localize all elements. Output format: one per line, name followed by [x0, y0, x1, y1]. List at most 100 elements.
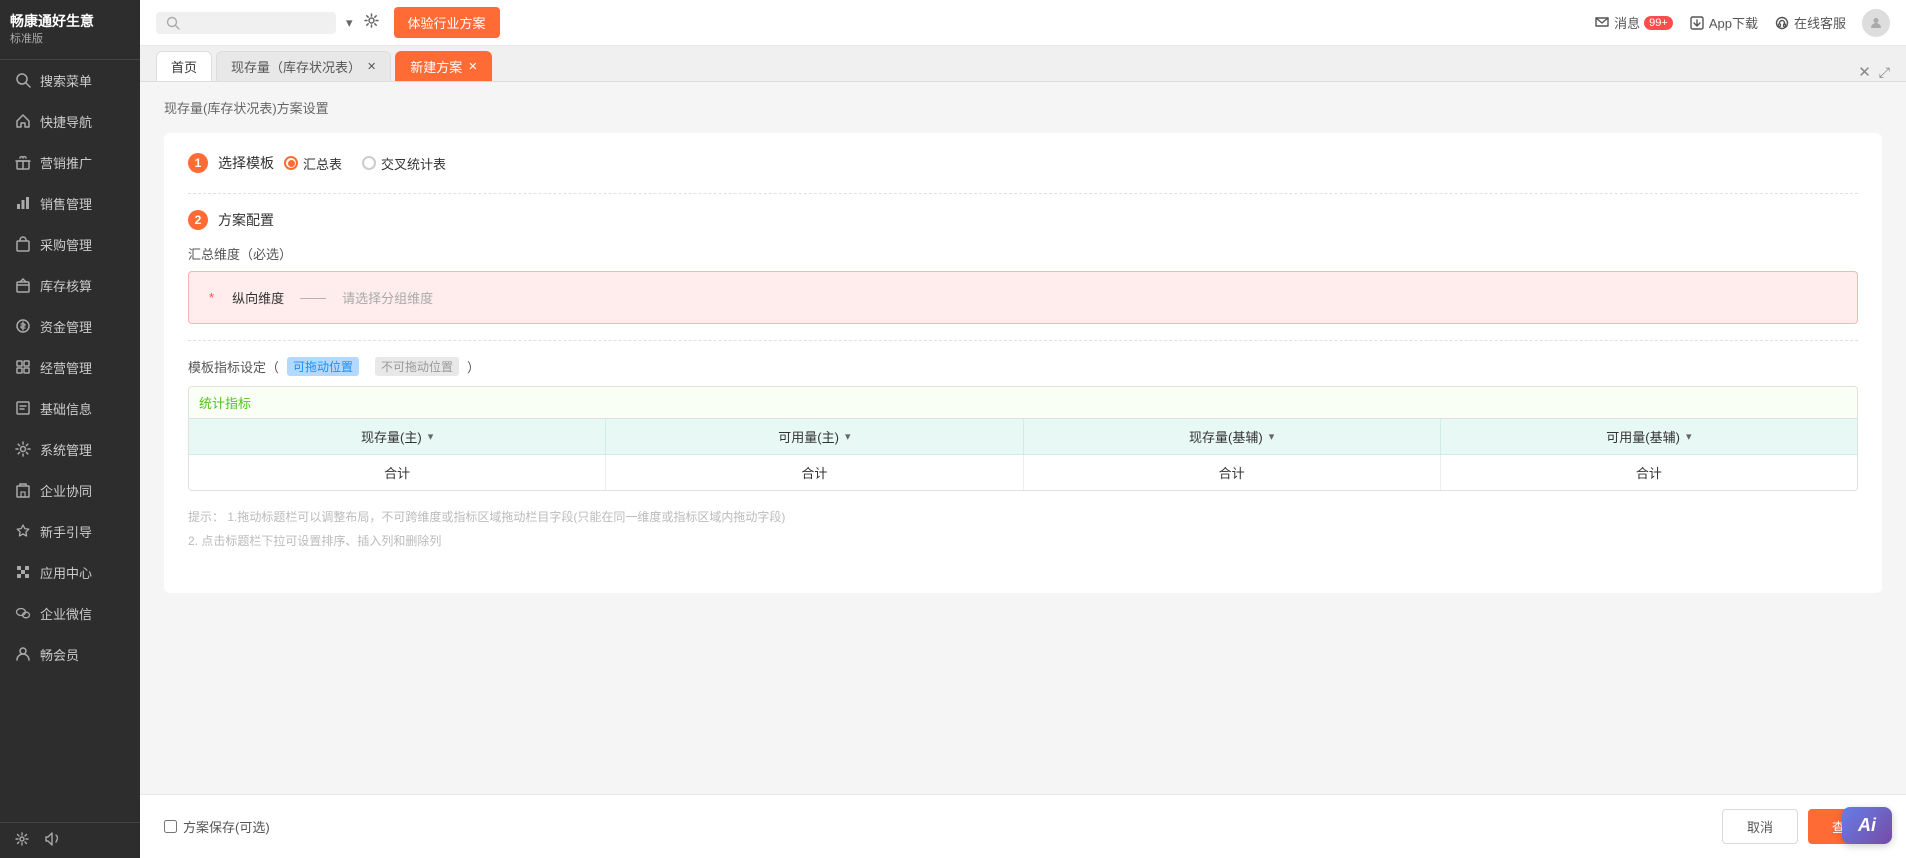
stats-title: 统计指标: [189, 387, 1857, 419]
dimension-row: * 纵向维度 —— 请选择分组维度: [209, 288, 1837, 307]
step-divider-1: [188, 193, 1858, 194]
cell-1-3: 合计: [1024, 455, 1441, 490]
sidebar-item-label: 畅会员: [40, 645, 79, 664]
col1-caret[interactable]: ▾: [428, 430, 434, 443]
sidebar-item-sales[interactable]: 销售管理: [0, 183, 140, 224]
radio-crosstab[interactable]: 交叉统计表: [362, 154, 446, 173]
settings-icon[interactable]: [14, 831, 30, 850]
app-edition: 标准版: [10, 32, 130, 47]
radio-summary-label: 汇总表: [303, 154, 342, 173]
sidebar-item-quick-nav[interactable]: 快捷导航: [0, 101, 140, 142]
member-icon: [14, 645, 32, 663]
cell-1-1: 合计: [189, 455, 606, 490]
tab-inventory-status[interactable]: 现存量（库存状况表） ✕: [216, 51, 391, 81]
step2-header: 2 方案配置: [188, 210, 1858, 230]
box-icon: [14, 276, 32, 294]
radio-summary[interactable]: 汇总表: [284, 154, 342, 173]
app-download-label: App下载: [1709, 13, 1758, 32]
col4-caret[interactable]: ▾: [1686, 430, 1692, 443]
sidebar-item-label: 经营管理: [40, 358, 92, 377]
indicator-settings-label: 模板指标设定（ 可拖动位置 不可拖动位置 ）: [188, 357, 1858, 376]
user-avatar[interactable]: [1862, 9, 1890, 37]
sidebar-item-app-center[interactable]: 应用中心: [0, 552, 140, 593]
cancel-button[interactable]: 取消: [1722, 809, 1798, 844]
sidebar-item-basic-info[interactable]: 基础信息: [0, 388, 140, 429]
tab-inventory-status-label: 现存量（库存状况表）: [231, 57, 361, 76]
tabbar: 首页 现存量（库存状况表） ✕ 新建方案 ✕ ✕ ⤢: [140, 46, 1906, 82]
sidebar-item-label: 基础信息: [40, 399, 92, 418]
step1-section: 1 选择模板 汇总表 交叉统计表: [188, 153, 1858, 173]
sidebar-item-new-guide[interactable]: 新手引导: [0, 511, 140, 552]
close-panel-icon[interactable]: ✕: [1858, 63, 1871, 81]
topbar-dropdown-icon[interactable]: ▾: [346, 15, 353, 31]
table-row: 合计 合计 合计 合计: [189, 455, 1857, 490]
building-icon: [14, 481, 32, 499]
messages-btn[interactable]: 消息 99+: [1594, 13, 1673, 32]
tip-item-1: 1.拖动标题栏可以调整布局，不可跨维度或指标区域拖动栏目字段(只能在同一维度或指…: [227, 510, 785, 524]
main-area: ▾ 体验行业方案 消息 99+ App下载 在线客服: [140, 0, 1906, 858]
online-service-btn[interactable]: 在线客服: [1774, 13, 1846, 32]
experience-btn[interactable]: 体验行业方案: [394, 7, 500, 38]
col2-label: 可用量(主): [778, 427, 839, 446]
wechat-icon: [14, 604, 32, 622]
indicator-label-text: 模板指标设定（: [188, 357, 279, 376]
speaker-icon[interactable]: [44, 831, 60, 850]
sidebar-item-system[interactable]: 系统管理: [0, 429, 140, 470]
sidebar-nav: 搜索菜单 快捷导航 营销推广 销售管理 采购管理: [0, 60, 140, 822]
drag-badge: 可拖动位置: [287, 357, 359, 376]
sidebar-item-label: 企业微信: [40, 604, 92, 623]
star-icon: [14, 522, 32, 540]
chart-icon: [14, 194, 32, 212]
tab-inventory-status-close[interactable]: ✕: [367, 60, 376, 73]
col2-caret[interactable]: ▾: [845, 430, 851, 443]
sidebar-item-label: 资金管理: [40, 317, 92, 336]
save-checkbox-text: 方案保存(可选): [183, 817, 270, 836]
bag-icon: [14, 235, 32, 253]
radio-summary-circle: [284, 156, 298, 170]
col3-caret[interactable]: ▾: [1269, 430, 1275, 443]
sidebar-item-search-menu[interactable]: 搜索菜单: [0, 60, 140, 101]
step2-title: 方案配置: [218, 210, 274, 230]
sidebar-item-member[interactable]: 畅会员: [0, 634, 140, 675]
sidebar-item-enterprise[interactable]: 企业协同: [0, 470, 140, 511]
search-icon: [14, 71, 32, 89]
dimension-title-text: 汇总维度（必选）: [188, 244, 1858, 263]
sidebar-item-finance[interactable]: 资金管理: [0, 306, 140, 347]
expand-icon[interactable]: ⤢: [1879, 64, 1890, 81]
sidebar-item-label: 搜索菜单: [40, 71, 92, 90]
sidebar-item-inventory[interactable]: 库存核算: [0, 265, 140, 306]
table-col-1[interactable]: 现存量(主) ▾: [189, 419, 606, 454]
col3-label: 现存量(基辅): [1189, 427, 1263, 446]
table-col-3[interactable]: 现存量(基辅) ▾: [1024, 419, 1441, 454]
table-col-2[interactable]: 可用量(主) ▾: [606, 419, 1023, 454]
tab-home[interactable]: 首页: [156, 51, 212, 81]
topbar-search-input[interactable]: [186, 16, 306, 30]
sidebar-item-wechat[interactable]: 企业微信: [0, 593, 140, 634]
step-divider-2: [188, 340, 1858, 341]
sidebar-item-marketing[interactable]: 营销推广: [0, 142, 140, 183]
sidebar-item-label: 企业协同: [40, 481, 92, 500]
table-col-4[interactable]: 可用量(基辅) ▾: [1441, 419, 1857, 454]
app-download-btn[interactable]: App下载: [1689, 13, 1758, 32]
dimension-placeholder[interactable]: 请选择分组维度: [342, 288, 433, 307]
gift-icon: [14, 153, 32, 171]
tab-new-scheme-close[interactable]: ✕: [468, 60, 477, 73]
tab-new-scheme[interactable]: 新建方案 ✕: [395, 51, 492, 81]
online-service-label: 在线客服: [1794, 13, 1846, 32]
sidebar-item-operations[interactable]: 经营管理: [0, 347, 140, 388]
cell-1-4: 合计: [1441, 455, 1857, 490]
dimension-vertical-label: 纵向维度: [232, 288, 284, 307]
sidebar-item-purchase[interactable]: 采购管理: [0, 224, 140, 265]
radio-crosstab-circle: [362, 156, 376, 170]
sidebar-bottom: [0, 822, 140, 858]
save-checkbox-input[interactable]: [164, 820, 177, 833]
sidebar-item-label: 应用中心: [40, 563, 92, 582]
dollar-icon: [14, 317, 32, 335]
footer-bar: 方案保存(可选) 取消 查询: [140, 794, 1906, 858]
ai-fab[interactable]: Ai: [1842, 807, 1892, 844]
topbar: ▾ 体验行业方案 消息 99+ App下载 在线客服: [140, 0, 1906, 46]
save-checkbox-label[interactable]: 方案保存(可选): [164, 817, 270, 836]
topbar-gear-icon[interactable]: [363, 12, 380, 34]
sidebar-item-label: 新手引导: [40, 522, 92, 541]
topbar-search-box[interactable]: [156, 12, 336, 34]
